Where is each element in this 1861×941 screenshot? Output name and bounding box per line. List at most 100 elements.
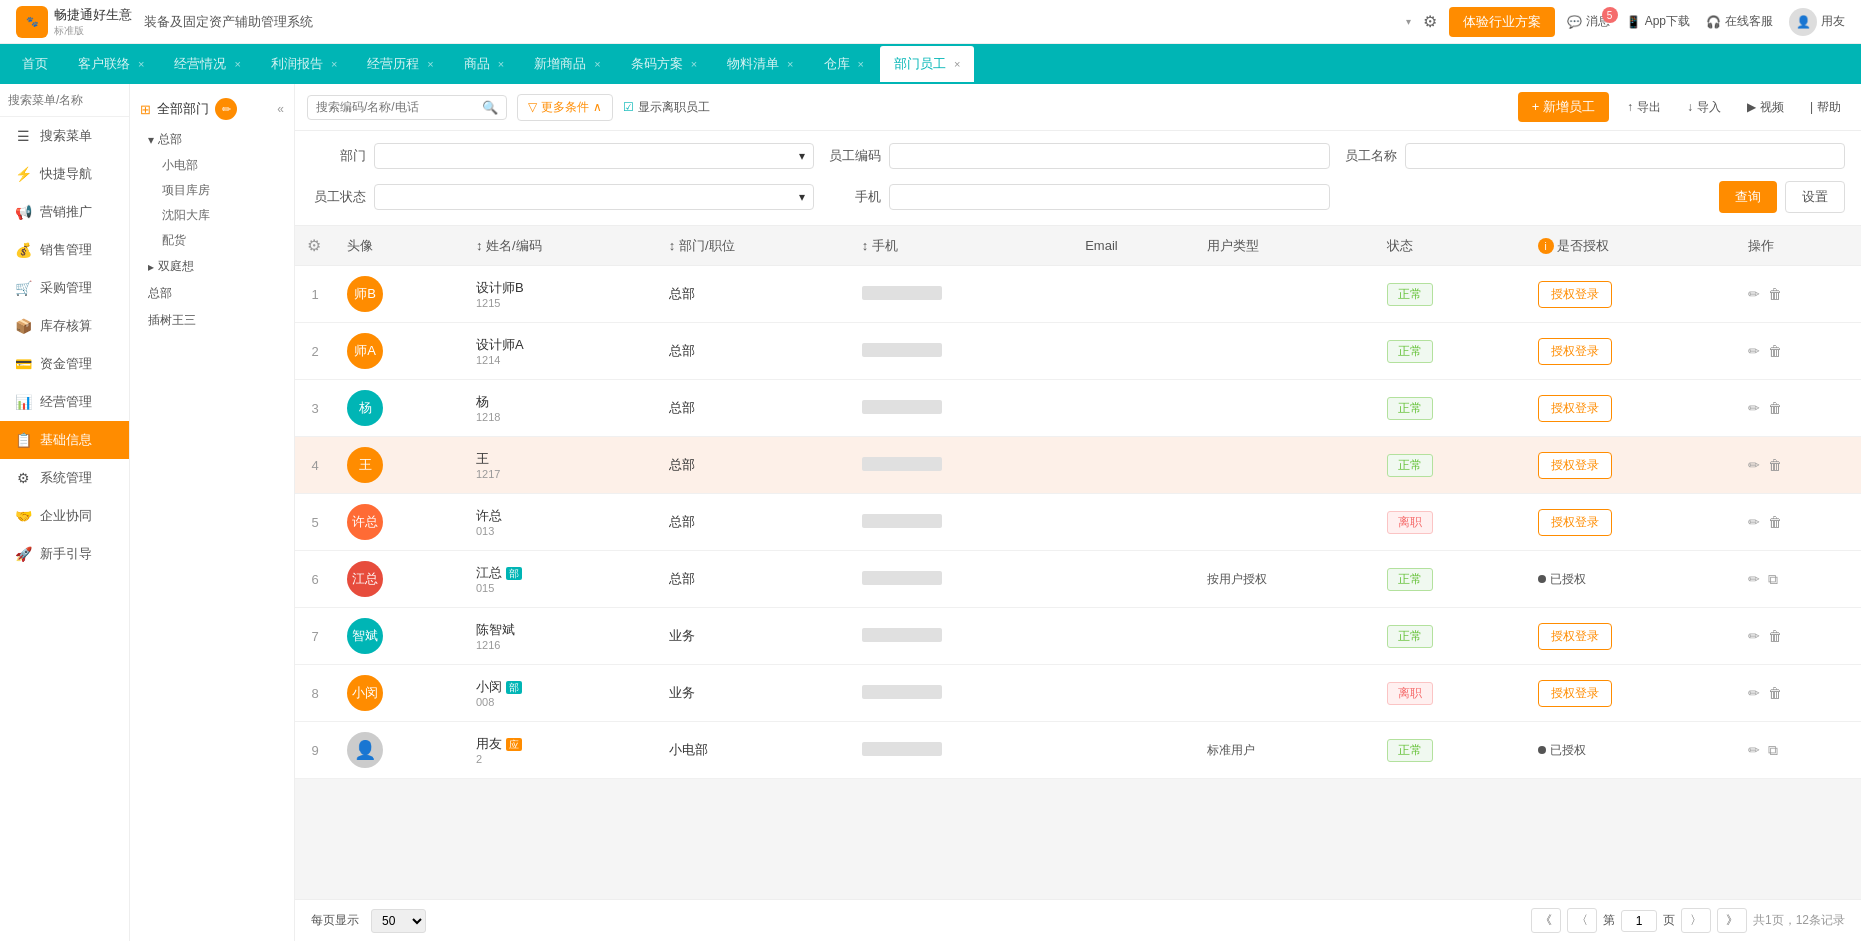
edit-icon[interactable]: ✏ — [1748, 571, 1760, 587]
export-button[interactable]: ↑ 导出 — [1619, 95, 1669, 120]
delete-icon[interactable]: 🗑 — [1768, 514, 1782, 530]
edit-icon[interactable]: ✏ — [1748, 742, 1760, 758]
edit-icon[interactable]: ✏ — [1748, 514, 1760, 530]
filter-dept-input[interactable]: ▾ — [374, 143, 814, 169]
tab-goods[interactable]: 商品 × — [450, 46, 518, 82]
reset-button[interactable]: 设置 — [1785, 181, 1845, 213]
row-auth[interactable]: 授权登录 — [1526, 266, 1737, 323]
import-button[interactable]: ↓ 导入 — [1679, 95, 1729, 120]
sidebar-item-marketing[interactable]: 📢 营销推广 — [0, 193, 129, 231]
tab-profit-close[interactable]: × — [331, 58, 337, 70]
last-page-button[interactable]: 》 — [1717, 908, 1747, 933]
sidebar-item-inventory[interactable]: 📦 库存核算 — [0, 307, 129, 345]
query-button[interactable]: 查询 — [1719, 181, 1777, 213]
filter-name-input[interactable] — [1405, 143, 1845, 169]
delete-icon[interactable]: 🗑 — [1768, 457, 1782, 473]
edit-icon[interactable]: ✏ — [1748, 400, 1760, 416]
sidebar-item-sales[interactable]: 💰 销售管理 — [0, 231, 129, 269]
tab-barcode[interactable]: 条码方案 × — [617, 46, 711, 82]
col-phone[interactable]: ↕ 手机 — [850, 226, 1074, 266]
tab-bom-close[interactable]: × — [787, 58, 793, 70]
tab-customer[interactable]: 客户联络 × — [64, 46, 158, 82]
sidebar-item-quick[interactable]: ⚡ 快捷导航 — [0, 155, 129, 193]
row-auth[interactable]: 授权登录 — [1526, 323, 1737, 380]
filter-status-input[interactable]: ▾ — [374, 184, 814, 210]
more-filter-button[interactable]: ▽ 更多条件 ∧ — [517, 94, 613, 121]
delete-icon[interactable]: 🗑 — [1768, 286, 1782, 302]
next-page-button[interactable]: 〉 — [1681, 908, 1711, 933]
col-settings[interactable]: ⚙ — [295, 226, 335, 266]
add-employee-button[interactable]: + 新增员工 — [1518, 92, 1609, 122]
tab-history-close[interactable]: × — [427, 58, 433, 70]
dept-item-shenyang[interactable]: 沈阳大库 — [158, 203, 294, 228]
tab-add-goods-close[interactable]: × — [594, 58, 600, 70]
sidebar-item-purchase[interactable]: 🛒 采购管理 — [0, 269, 129, 307]
dept-node-double[interactable]: ▸ 双庭想 — [130, 253, 294, 280]
tab-bom[interactable]: 物料清单 × — [713, 46, 807, 82]
delete-icon[interactable]: 🗑 — [1768, 400, 1782, 416]
system-dropdown-icon[interactable]: ▾ — [1406, 16, 1411, 27]
tab-operation-close[interactable]: × — [234, 58, 240, 70]
sidebar-item-management[interactable]: 📊 经营管理 — [0, 383, 129, 421]
delete-icon[interactable]: 🗑 — [1768, 685, 1782, 701]
tab-goods-close[interactable]: × — [498, 58, 504, 70]
row-auth[interactable]: 授权登录 — [1526, 494, 1737, 551]
row-auth[interactable]: 授权登录 — [1526, 380, 1737, 437]
dept-item-project[interactable]: 项目库房 — [158, 178, 294, 203]
sidebar-item-system[interactable]: ⚙ 系统管理 — [0, 459, 129, 497]
tab-history[interactable]: 经营历程 × — [353, 46, 447, 82]
col-dept[interactable]: ↕ 部门/职位 — [657, 226, 850, 266]
settings-icon[interactable]: ⚙ — [1423, 12, 1437, 31]
edit-icon[interactable]: ✏ — [1748, 286, 1760, 302]
dept-node-root[interactable]: ▾ 总部 — [130, 126, 294, 153]
edit-icon[interactable]: ✏ — [1748, 628, 1760, 644]
sidebar-item-guide[interactable]: 🚀 新手引导 — [0, 535, 129, 573]
tab-barcode-close[interactable]: × — [691, 58, 697, 70]
delete-icon[interactable]: 🗑 — [1768, 343, 1782, 359]
show-resigned-checkbox[interactable]: ☑ 显示离职员工 — [623, 99, 710, 116]
sidebar-item-basic[interactable]: 📋 基础信息 — [0, 421, 129, 459]
tab-add-goods[interactable]: 新增商品 × — [520, 46, 614, 82]
tab-employee[interactable]: 部门员工 × — [880, 46, 974, 82]
edit-icon[interactable]: ✏ — [1748, 685, 1760, 701]
dept-item-electronics[interactable]: 小电部 — [158, 153, 294, 178]
sidebar-item-collab[interactable]: 🤝 企业协同 — [0, 497, 129, 535]
app-download-button[interactable]: 📱 App下载 — [1626, 13, 1690, 30]
page-size-select[interactable]: 50 100 — [371, 909, 426, 933]
trial-button[interactable]: 体验行业方案 — [1449, 7, 1555, 37]
video-button[interactable]: ▶ 视频 — [1739, 95, 1792, 120]
edit-icon[interactable]: ✏ — [1748, 457, 1760, 473]
sidebar-item-finance[interactable]: 💳 资金管理 — [0, 345, 129, 383]
tab-operation[interactable]: 经营情况 × — [160, 46, 254, 82]
tab-customer-close[interactable]: × — [138, 58, 144, 70]
row-auth[interactable]: 授权登录 — [1526, 665, 1737, 722]
dept-node-tree[interactable]: 插树王三 — [130, 307, 294, 334]
tab-employee-close[interactable]: × — [954, 58, 960, 70]
prev-page-button[interactable]: 〈 — [1567, 908, 1597, 933]
online-service-button[interactable]: 🎧 在线客服 — [1706, 13, 1773, 30]
dept-item-distribution[interactable]: 配货 — [158, 228, 294, 253]
tab-home[interactable]: 首页 — [8, 46, 62, 82]
dept-edit-button[interactable]: ✏ — [215, 98, 237, 120]
edit-icon[interactable]: ✏ — [1748, 343, 1760, 359]
delete-icon[interactable]: 🗑 — [1768, 628, 1782, 644]
dept-node-hq[interactable]: 总部 — [130, 280, 294, 307]
search-icon-toolbar[interactable]: 🔍 — [482, 100, 498, 115]
dept-collapse-icon[interactable]: « — [277, 102, 284, 116]
first-page-button[interactable]: 《 — [1531, 908, 1561, 933]
search-input[interactable] — [316, 100, 476, 114]
user-menu[interactable]: 👤 用友 — [1789, 8, 1845, 36]
current-page-input[interactable] — [1621, 910, 1657, 932]
tab-warehouse[interactable]: 仓库 × — [810, 46, 878, 82]
copy-icon[interactable]: ⧉ — [1768, 742, 1778, 759]
row-auth[interactable]: 授权登录 — [1526, 608, 1737, 665]
tab-warehouse-close[interactable]: × — [858, 58, 864, 70]
row-auth[interactable]: 授权登录 — [1526, 437, 1737, 494]
help-button[interactable]: | 帮助 — [1802, 95, 1849, 120]
col-name[interactable]: ↕ 姓名/编码 — [464, 226, 657, 266]
filter-phone-input[interactable] — [889, 184, 1329, 210]
filter-code-input[interactable] — [889, 143, 1329, 169]
tab-profit[interactable]: 利润报告 × — [257, 46, 351, 82]
copy-icon[interactable]: ⧉ — [1768, 571, 1778, 588]
message-button[interactable]: 💬 消息 5 — [1567, 13, 1610, 30]
